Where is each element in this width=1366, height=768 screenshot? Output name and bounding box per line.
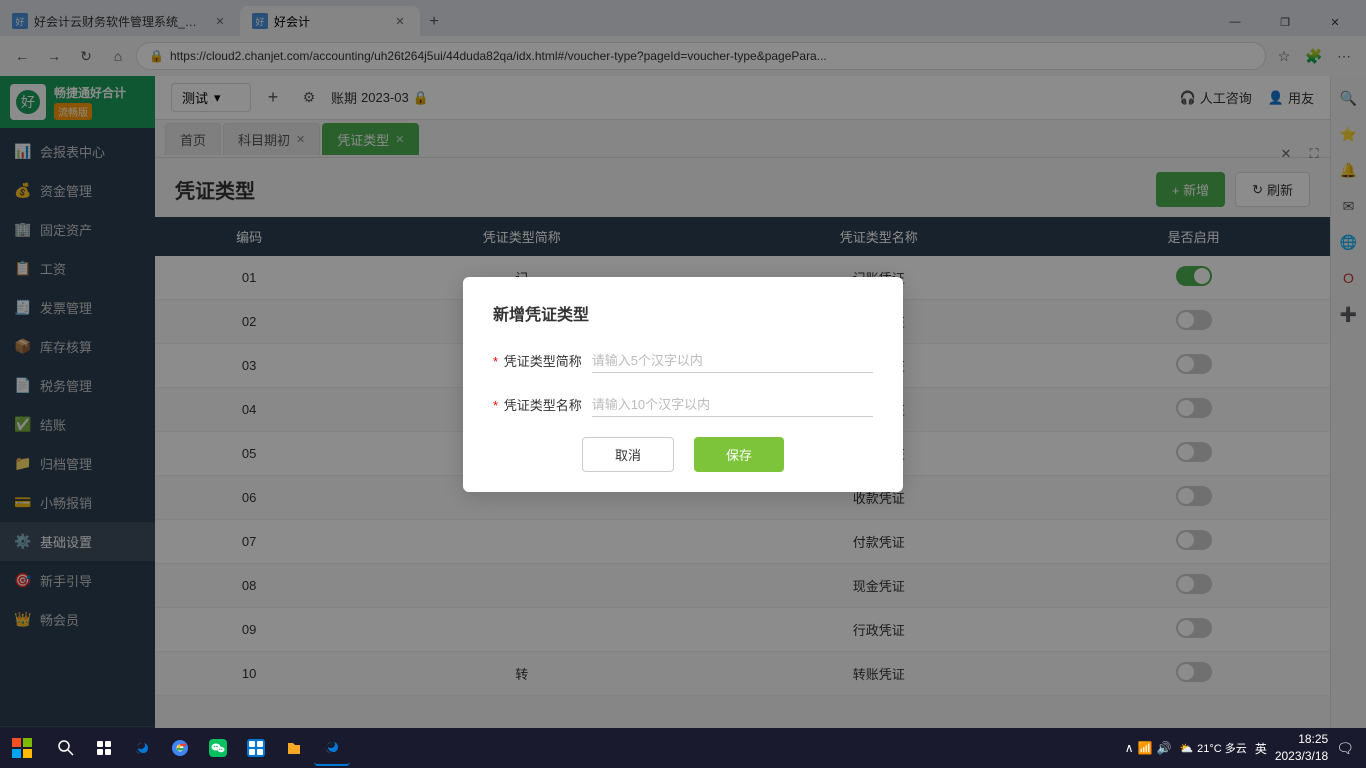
taskbar-edge-active[interactable] (314, 730, 350, 766)
short-name-input[interactable] (592, 349, 873, 373)
taskbar-icons (44, 730, 354, 766)
weather-icon: ⛅ (1179, 742, 1193, 755)
full-name-input[interactable] (592, 393, 873, 417)
cancel-button[interactable]: 取消 (582, 437, 674, 472)
short-label-text: 凭证类型简称 (504, 354, 582, 369)
taskbar-wechat[interactable] (200, 730, 236, 766)
tray-volume-icon: 🔊 (1157, 741, 1172, 755)
tray-up-icon[interactable]: ∧ (1125, 741, 1134, 755)
taskbar: ∧ 📶 🔊 ⛅ 21°C 多云 英 18:25 2023/3/18 🗨 (0, 728, 1366, 768)
short-name-label: * 凭证类型简称 (493, 351, 592, 370)
name-label-text: 凭证类型名称 (504, 398, 582, 413)
dialog-title: 新增凭证类型 (493, 301, 873, 325)
save-button[interactable]: 保存 (694, 437, 784, 472)
clock-date: 2023/3/18 (1275, 748, 1328, 765)
taskbar-task-view[interactable] (86, 730, 122, 766)
full-name-label: * 凭证类型名称 (493, 395, 592, 414)
weather-temp: 21°C 多云 (1197, 740, 1247, 756)
taskbar-clock[interactable]: 18:25 2023/3/18 (1275, 731, 1328, 765)
taskbar-files[interactable] (276, 730, 312, 766)
tray-network-icon: 📶 (1138, 741, 1153, 755)
short-name-row: * 凭证类型简称 (493, 349, 873, 373)
start-button[interactable] (0, 728, 44, 768)
taskbar-edge[interactable] (124, 730, 160, 766)
taskbar-search[interactable] (48, 730, 84, 766)
notification-icon[interactable]: 🗨 (1336, 740, 1354, 757)
system-tray: ∧ 📶 🔊 (1125, 741, 1172, 755)
dialog-buttons: 取消 保存 (493, 437, 873, 472)
new-voucher-dialog: 新增凭证类型 * 凭证类型简称 * 凭证类型名称 取消 保存 (463, 277, 903, 492)
taskbar-appstore[interactable] (238, 730, 274, 766)
lang-indicator[interactable]: 英 (1255, 740, 1267, 757)
dialog-overlay: 新增凭证类型 * 凭证类型简称 * 凭证类型名称 取消 保存 (0, 0, 1366, 768)
weather-widget[interactable]: ⛅ 21°C 多云 (1179, 740, 1246, 756)
taskbar-chrome[interactable] (162, 730, 198, 766)
full-name-row: * 凭证类型名称 (493, 393, 873, 417)
clock-time: 18:25 (1275, 731, 1328, 748)
taskbar-right: ∧ 📶 🔊 ⛅ 21°C 多云 英 18:25 2023/3/18 🗨 (1113, 731, 1366, 765)
required-star-2: * (493, 398, 498, 413)
required-star-1: * (493, 354, 498, 369)
